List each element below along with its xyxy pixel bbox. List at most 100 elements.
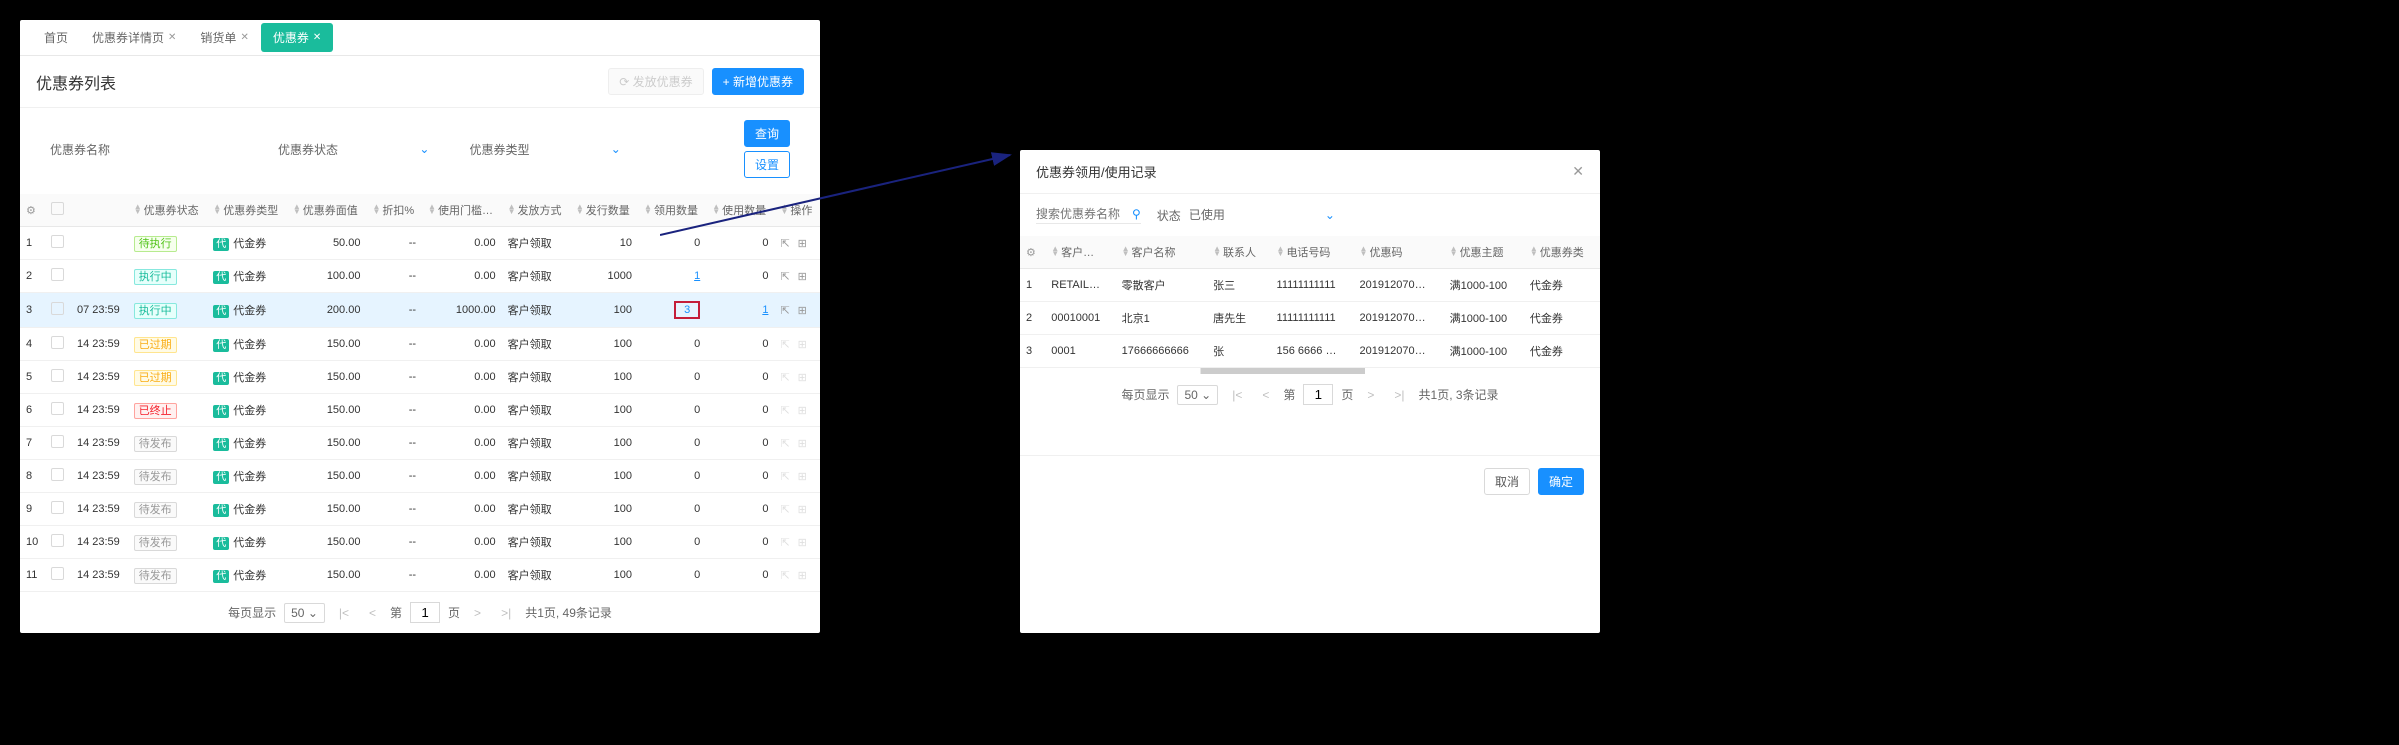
column-header[interactable]: ▲▼折扣% — [366, 194, 422, 227]
column-header[interactable] — [45, 194, 71, 227]
sort-icon[interactable]: ▲▼ — [1360, 247, 1368, 257]
share-icon[interactable]: ⇱ — [780, 304, 789, 317]
search-button[interactable]: 查询 — [744, 120, 790, 147]
filter-status-select[interactable]: ⌄ — [346, 142, 429, 157]
sort-icon[interactable]: ▲▼ — [1051, 247, 1059, 257]
sort-icon[interactable]: ▲▼ — [1213, 247, 1221, 257]
qrcode-icon[interactable]: ⊞ — [798, 338, 807, 351]
table-row[interactable]: 10 14 23:59 待发布 代代金券 150.00 -- 0.00 客户领取… — [20, 526, 820, 559]
qrcode-icon[interactable]: ⊞ — [798, 503, 807, 516]
column-header[interactable]: ⚙ — [20, 194, 45, 227]
share-icon[interactable]: ⇱ — [780, 338, 789, 351]
sort-icon[interactable]: ▲▼ — [428, 205, 436, 215]
table-row[interactable]: 1 待执行 代代金券 50.00 -- 0.00 客户领取 10 0 0 ⇱⊞ — [20, 227, 820, 260]
confirm-button[interactable]: 确定 — [1538, 468, 1584, 495]
sort-icon[interactable]: ▲▼ — [508, 205, 516, 215]
table-row[interactable]: 3 0001 17666666666 张 156 6666 … 20191207… — [1020, 335, 1600, 368]
row-checkbox[interactable] — [51, 435, 64, 448]
share-icon[interactable]: ⇱ — [780, 470, 789, 483]
modal-per-page-select[interactable]: 50 ⌄ — [1177, 385, 1218, 405]
row-checkbox[interactable] — [51, 369, 64, 382]
sort-icon[interactable]: ▲▼ — [712, 205, 720, 215]
tab-优惠券详情页[interactable]: 优惠券详情页✕ — [80, 23, 188, 52]
qrcode-icon[interactable]: ⊞ — [798, 404, 807, 417]
table-row[interactable]: 7 14 23:59 待发布 代代金券 150.00 -- 0.00 客户领取 … — [20, 427, 820, 460]
sort-icon[interactable]: ▲▼ — [780, 205, 788, 215]
table-row[interactable]: 1 RETAIL… 零散客户 张三 11111111111 201912070…… — [1020, 269, 1600, 302]
share-icon[interactable]: ⇱ — [780, 404, 789, 417]
share-icon[interactable]: ⇱ — [780, 437, 789, 450]
modal-column-header[interactable]: ▲▼优惠主题 — [1444, 236, 1524, 269]
modal-column-header[interactable]: ▲▼优惠券类 — [1524, 236, 1600, 269]
modal-last-page-button[interactable]: >| — [1388, 386, 1410, 404]
first-page-button[interactable]: |< — [333, 604, 355, 622]
page-input[interactable] — [410, 602, 440, 623]
tab-优惠券[interactable]: 优惠券✕ — [261, 23, 333, 52]
column-header[interactable]: ▲▼领用数量 — [638, 194, 706, 227]
close-icon[interactable]: ✕ — [240, 32, 248, 43]
sort-icon[interactable]: ▲▼ — [1122, 247, 1130, 257]
modal-page-input[interactable] — [1303, 384, 1333, 405]
modal-next-page-button[interactable]: > — [1361, 386, 1380, 404]
qrcode-icon[interactable]: ⊞ — [798, 304, 807, 317]
column-header[interactable]: ▲▼优惠券面值 — [287, 194, 367, 227]
share-icon[interactable]: ⇱ — [780, 237, 789, 250]
select-all-checkbox[interactable] — [51, 202, 64, 215]
sort-icon[interactable]: ▲▼ — [576, 205, 584, 215]
row-checkbox[interactable] — [51, 336, 64, 349]
column-header[interactable]: ▲▼使用数量 — [706, 194, 774, 227]
settings-button[interactable]: 设置 — [744, 151, 790, 178]
sort-icon[interactable]: ▲▼ — [644, 205, 652, 215]
close-icon[interactable]: ✕ — [1572, 163, 1584, 180]
row-checkbox[interactable] — [51, 268, 64, 281]
column-header[interactable]: ▲▼操作 — [774, 194, 820, 227]
column-header[interactable] — [71, 194, 128, 227]
table-row[interactable]: 11 14 23:59 待发布 代代金券 150.00 -- 0.00 客户领取… — [20, 559, 820, 592]
modal-column-header[interactable]: ▲▼客户… — [1045, 236, 1115, 269]
column-header[interactable]: ▲▼使用门槛… — [422, 194, 502, 227]
claimed-count-highlighted[interactable]: 3 — [674, 301, 700, 319]
share-icon[interactable]: ⇱ — [780, 536, 789, 549]
qrcode-icon[interactable]: ⊞ — [798, 569, 807, 582]
share-icon[interactable]: ⇱ — [780, 371, 789, 384]
column-header[interactable]: ▲▼优惠券状态 — [128, 194, 208, 227]
modal-column-header[interactable]: ▲▼联系人 — [1207, 236, 1270, 269]
qrcode-icon[interactable]: ⊞ — [798, 237, 807, 250]
table-row[interactable]: 2 00010001 北京1 唐先生 11111111111 201912070… — [1020, 302, 1600, 335]
table-row[interactable]: 4 14 23:59 已过期 代代金券 150.00 -- 0.00 客户领取 … — [20, 328, 820, 361]
per-page-select[interactable]: 50 ⌄ — [284, 603, 325, 623]
distribute-coupon-button[interactable]: ⟳ 发放优惠券 — [608, 68, 703, 95]
modal-status-select[interactable]: 已使用 ⌄ — [1189, 206, 1335, 224]
modal-prev-page-button[interactable]: < — [1256, 386, 1275, 404]
qrcode-icon[interactable]: ⊞ — [798, 536, 807, 549]
modal-column-header[interactable]: ⚙ — [1020, 236, 1045, 269]
search-icon[interactable]: ⚲ — [1132, 207, 1141, 221]
modal-search-input[interactable]: ⚲ — [1036, 207, 1141, 224]
sort-icon[interactable]: ▲▼ — [372, 205, 380, 215]
sort-icon[interactable]: ▲▼ — [1450, 247, 1458, 257]
add-coupon-button[interactable]: + 新增优惠券 — [712, 68, 804, 95]
sort-icon[interactable]: ▲▼ — [1277, 247, 1285, 257]
filter-name-input[interactable] — [118, 139, 238, 159]
gear-icon[interactable]: ⚙ — [26, 205, 36, 217]
sort-icon[interactable]: ▲▼ — [1530, 247, 1538, 257]
row-checkbox[interactable] — [51, 302, 64, 315]
claimed-count-link[interactable]: 1 — [694, 270, 700, 282]
row-checkbox[interactable] — [51, 468, 64, 481]
modal-column-header[interactable]: ▲▼优惠码 — [1354, 236, 1444, 269]
prev-page-button[interactable]: < — [363, 604, 382, 622]
share-icon[interactable]: ⇱ — [780, 569, 789, 582]
gear-icon[interactable]: ⚙ — [1026, 247, 1036, 259]
last-page-button[interactable]: >| — [495, 604, 517, 622]
close-icon[interactable]: ✕ — [168, 32, 176, 43]
tab-首页[interactable]: 首页 — [32, 23, 80, 52]
table-row[interactable]: 9 14 23:59 待发布 代代金券 150.00 -- 0.00 客户领取 … — [20, 493, 820, 526]
share-icon[interactable]: ⇱ — [780, 270, 789, 283]
column-header[interactable]: ▲▼发放方式 — [502, 194, 570, 227]
sort-icon[interactable]: ▲▼ — [134, 205, 142, 215]
close-icon[interactable]: ✕ — [313, 32, 321, 43]
sort-icon[interactable]: ▲▼ — [213, 205, 221, 215]
row-checkbox[interactable] — [51, 501, 64, 514]
modal-column-header[interactable]: ▲▼客户名称 — [1116, 236, 1208, 269]
column-header[interactable]: ▲▼发行数量 — [570, 194, 638, 227]
